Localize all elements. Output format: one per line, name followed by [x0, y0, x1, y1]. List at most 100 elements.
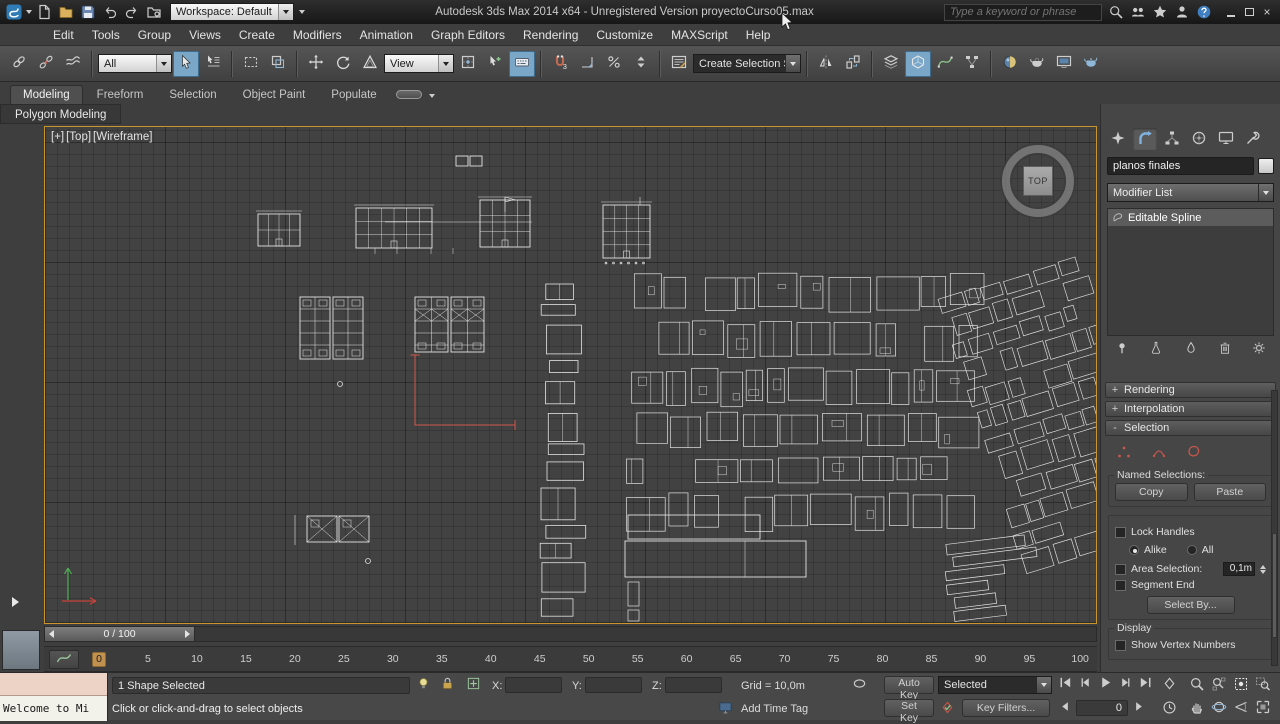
menu-item-rendering[interactable]: Rendering [514, 24, 587, 46]
pin-stack-button[interactable] [1110, 340, 1134, 358]
command-tab-hierarchy[interactable] [1160, 128, 1184, 150]
new-scene-button[interactable] [34, 2, 54, 22]
key-mode-arrow-icon[interactable] [1036, 677, 1051, 693]
key-mode-toggle-button[interactable] [1160, 676, 1179, 694]
stack-item-editable-spline[interactable]: Editable Spline [1108, 209, 1273, 226]
remove-modifier-button[interactable] [1213, 340, 1237, 358]
redo-button[interactable] [122, 2, 142, 22]
area-selection-checkbox[interactable] [1115, 563, 1126, 575]
mirror-button[interactable] [813, 51, 839, 77]
select-by-name-button[interactable] [200, 51, 226, 77]
object-color-swatch[interactable] [1258, 158, 1274, 174]
menu-item-modifiers[interactable]: Modifiers [284, 24, 351, 46]
menu-item-tools[interactable]: Tools [83, 24, 129, 46]
workspace-dropdown[interactable]: Workspace: Default [170, 3, 294, 21]
ribbon-tab-selection[interactable]: Selection [157, 86, 228, 104]
timeline-ruler[interactable]: 0 5 10 15 20 25 30 35 40 45 50 55 60 65 70 75 80 85 90 95 10… [92, 648, 1089, 670]
zoom-region-button[interactable] [1252, 675, 1273, 695]
snap-toggle-3d-button[interactable]: 3 [547, 51, 573, 77]
key-mode-dropdown[interactable]: Selected [938, 676, 1052, 694]
selection-filter-dropdown[interactable]: All [98, 54, 172, 73]
menu-item-edit[interactable]: Edit [44, 24, 83, 46]
keyboard-shortcut-override-button[interactable] [509, 50, 535, 77]
search-input[interactable] [945, 6, 1101, 18]
graphite-modeling-tools-button[interactable] [905, 50, 931, 77]
area-threshold-field[interactable]: 0,1m [1223, 562, 1255, 576]
area-threshold-spinner[interactable] [1260, 564, 1266, 574]
menu-item-help[interactable]: Help [737, 24, 780, 46]
set-key-button[interactable]: Set Key [884, 699, 934, 724]
make-unique-button[interactable] [1179, 340, 1203, 358]
macro-recorder-pane[interactable] [0, 673, 107, 696]
command-panel-scrollbar[interactable] [1271, 390, 1278, 666]
menu-item-maxscript[interactable]: MAXScript [662, 24, 737, 46]
previous-frame-button[interactable] [1056, 699, 1075, 717]
material-editor-button[interactable] [997, 51, 1023, 77]
quick-access-customize-arrow-icon[interactable] [299, 10, 305, 14]
favorites-button[interactable] [1150, 2, 1170, 22]
show-vertex-numbers-checkbox[interactable]: Show Vertex Numbers [1115, 639, 1266, 651]
menu-item-animation[interactable]: Animation [351, 24, 422, 46]
open-file-button[interactable] [56, 2, 76, 22]
command-tab-display[interactable] [1214, 128, 1238, 150]
segment-end-checkbox[interactable]: Segment End [1115, 579, 1266, 591]
reference-coordinate-system-dropdown[interactable]: View [384, 54, 454, 73]
zoom-extents-button[interactable] [1230, 675, 1251, 695]
trackbar-corner-button[interactable] [2, 630, 40, 670]
frame-indicator[interactable]: 0 [92, 651, 106, 667]
absolute-mode-transform-toggle[interactable] [464, 676, 483, 694]
command-tab-create[interactable] [1106, 128, 1130, 150]
rendered-frame-window-button[interactable] [1051, 51, 1077, 77]
all-radio[interactable]: All [1186, 544, 1213, 556]
select-and-scale-button[interactable] [357, 51, 383, 77]
select-by-button[interactable]: Select By... [1146, 596, 1235, 614]
sign-in-button[interactable] [1172, 2, 1192, 22]
scrollbar-thumb[interactable] [1272, 533, 1277, 638]
rectangular-selection-region-button[interactable] [238, 51, 264, 77]
ribbon-tab-freeform[interactable]: Freeform [85, 86, 156, 104]
curve-editor-button[interactable] [932, 51, 958, 77]
paste-button[interactable]: Paste [1193, 483, 1266, 501]
workspace-dropdown-arrow-icon[interactable] [278, 4, 293, 20]
isolate-selection-toggle[interactable] [414, 676, 433, 694]
maximize-button[interactable] [1240, 4, 1258, 21]
orbit-button[interactable] [1208, 698, 1229, 718]
menu-item-customize[interactable]: Customize [587, 24, 662, 46]
next-key-button[interactable] [1116, 675, 1135, 693]
align-button[interactable] [840, 51, 866, 77]
zoom-all-button[interactable] [1208, 675, 1229, 695]
viewport-top[interactable]: [+] [Top] [Wireframe] TOP [44, 126, 1097, 624]
help-button[interactable] [1194, 2, 1214, 22]
rollout-interpolation[interactable]: + Interpolation [1105, 401, 1276, 417]
default-tangents-button[interactable] [850, 676, 869, 694]
go-to-start-button[interactable] [1056, 675, 1075, 693]
viewport-layout-tab-arrow-icon[interactable] [12, 597, 19, 607]
next-frame-button[interactable] [1129, 699, 1148, 717]
time-slider-next-arrow-icon[interactable] [185, 630, 190, 638]
current-frame-field[interactable]: 0 [1076, 700, 1128, 716]
play-button[interactable] [1096, 675, 1115, 693]
z-coordinate-field[interactable] [665, 677, 722, 693]
ribbon-options-arrow-icon[interactable] [428, 94, 435, 98]
command-tab-modify[interactable] [1133, 128, 1157, 150]
rollout-rendering[interactable]: + Rendering [1105, 382, 1276, 398]
unlink-selection-button[interactable] [33, 51, 59, 77]
key-filters-button[interactable]: Key Filters... [962, 699, 1050, 717]
lock-handles-checkbox[interactable]: Lock Handles [1115, 526, 1266, 538]
modifier-stack[interactable]: Editable Spline [1107, 208, 1274, 336]
go-to-end-button[interactable] [1136, 675, 1155, 693]
close-button[interactable]: × [1258, 4, 1276, 21]
community-button[interactable] [1128, 2, 1148, 22]
maxscript-mini-listener[interactable]: Welcome to Mi [0, 673, 108, 721]
command-tab-motion[interactable] [1187, 128, 1211, 150]
pan-button[interactable] [1186, 698, 1207, 718]
open-mini-curve-editor-button[interactable] [49, 650, 79, 669]
application-menu-button[interactable] [4, 2, 24, 22]
add-time-tag-icon-button[interactable] [716, 700, 735, 718]
menu-item-group[interactable]: Group [129, 24, 180, 46]
menu-item-graph-editors[interactable]: Graph Editors [422, 24, 514, 46]
select-and-rotate-button[interactable] [330, 51, 356, 77]
segment-subobject-button[interactable] [1148, 443, 1170, 463]
minimize-button[interactable] [1222, 4, 1240, 21]
zoom-button[interactable] [1186, 675, 1207, 695]
